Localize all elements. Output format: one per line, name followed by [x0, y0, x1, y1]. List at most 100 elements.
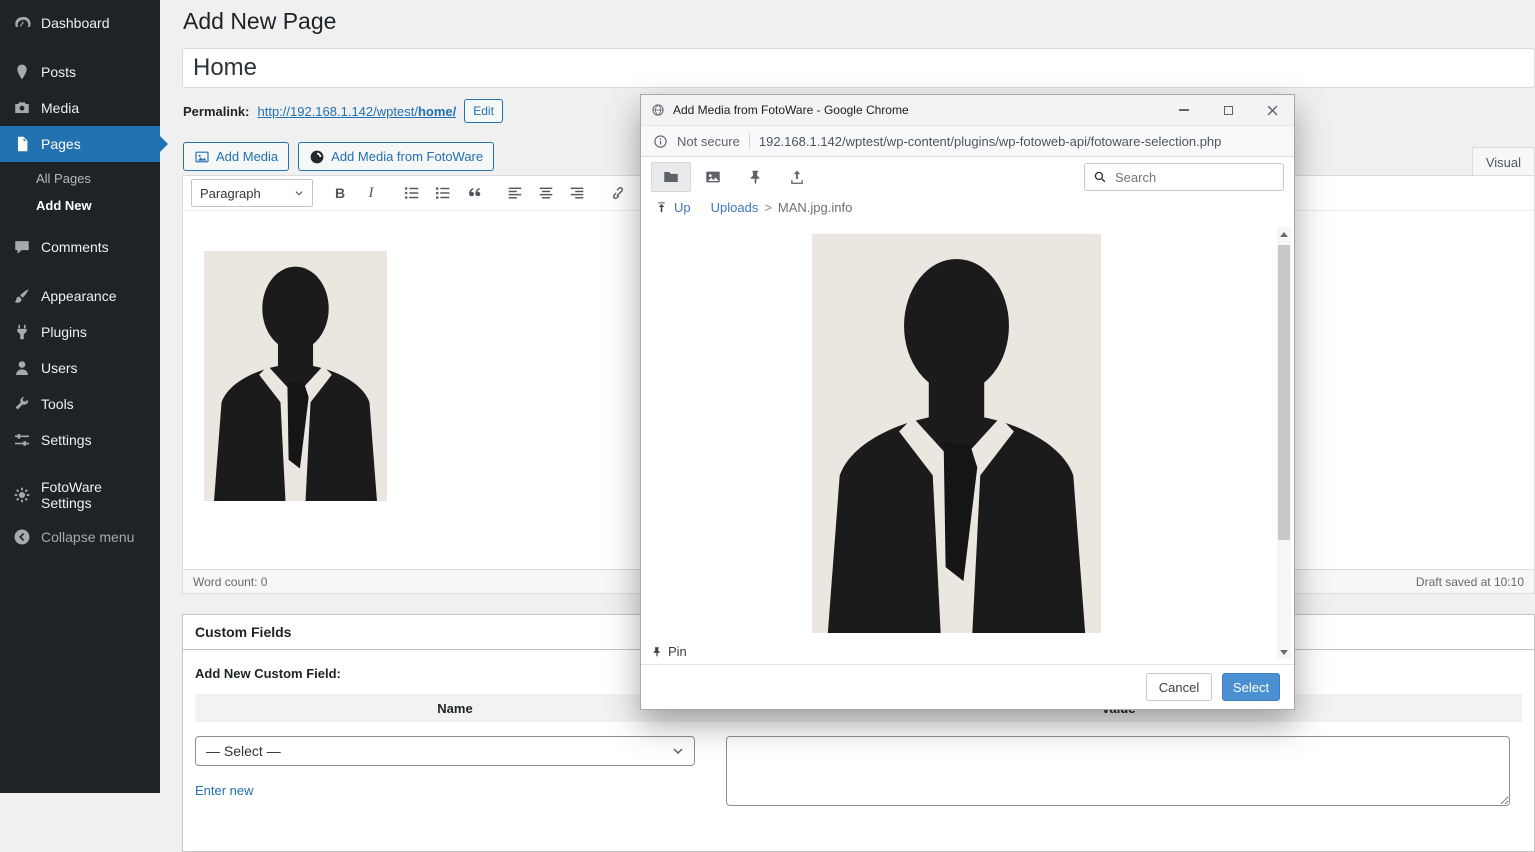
sidebar-item-dashboard[interactable]: Dashboard: [0, 5, 160, 41]
sidebar-item-fotoware-settings[interactable]: FotoWare Settings: [0, 471, 160, 519]
sidebar-item-appearance[interactable]: Appearance: [0, 278, 160, 314]
fotoware-logo-icon: [309, 149, 325, 165]
numbered-list-button[interactable]: [429, 180, 457, 206]
folder-icon: [662, 168, 680, 186]
sidebar-item-media[interactable]: Media: [0, 90, 160, 126]
add-media-icon: [194, 149, 210, 165]
sliders-icon: [12, 430, 32, 450]
inserted-man-silhouette-image[interactable]: [204, 251, 387, 501]
maximize-icon[interactable]: [1206, 95, 1250, 125]
upload-tab[interactable]: [777, 162, 817, 192]
blockquote-button[interactable]: [460, 180, 488, 206]
sidebar-item-settings[interactable]: Settings: [0, 422, 160, 458]
popup-url[interactable]: 192.168.1.142/wptest/wp-content/plugins/…: [759, 134, 1222, 149]
custom-field-select-value: — Select —: [206, 743, 281, 759]
sidebar-item-collapse-menu[interactable]: Collapse menu: [0, 519, 160, 555]
sidebar-separator: [0, 458, 160, 471]
plug-icon: [12, 322, 32, 342]
align-right-button[interactable]: [563, 180, 591, 206]
wp-admin-sidebar: Dashboard Posts Media Pages All Pages Ad…: [0, 0, 160, 793]
search-input[interactable]: [1113, 169, 1275, 186]
draft-saved-status: Draft saved at 10:10: [1416, 575, 1524, 589]
align-left-button[interactable]: [501, 180, 529, 206]
enter-new-link[interactable]: Enter new: [195, 783, 254, 798]
tab-visual[interactable]: Visual: [1472, 147, 1535, 177]
scroll-down-icon[interactable]: [1277, 645, 1291, 659]
minimize-icon[interactable]: [1162, 95, 1206, 125]
sidebar-item-label: Tools: [41, 396, 74, 412]
paragraph-select-value: Paragraph: [200, 186, 261, 201]
edit-permalink-button[interactable]: Edit: [464, 99, 503, 123]
word-count: Word count: 0: [193, 575, 267, 589]
search-icon: [1093, 170, 1107, 184]
sidebar-item-label: Settings: [41, 432, 92, 448]
sidebar-item-label: Dashboard: [41, 15, 110, 31]
bullet-list-button[interactable]: [398, 180, 426, 206]
image-icon: [704, 168, 722, 186]
post-title-input[interactable]: [182, 48, 1535, 88]
scroll-up-icon[interactable]: [1277, 227, 1291, 241]
pin-label: Pin: [668, 644, 687, 659]
sidebar-separator: [0, 41, 160, 54]
breadcrumb-file-label: MAN.jpg.info: [778, 200, 852, 215]
page-title: Add New Page: [183, 8, 336, 35]
align-right-icon: [568, 184, 586, 202]
link-button[interactable]: [604, 180, 632, 206]
breadcrumb-folder-link[interactable]: Uploads: [711, 200, 759, 215]
popup-address-bar[interactable]: Not secure 192.168.1.142/wptest/wp-conte…: [641, 125, 1294, 157]
pin-icon: [12, 62, 32, 82]
sidebar-item-tools[interactable]: Tools: [0, 386, 160, 422]
name-cell: — Select — Enter new: [195, 736, 715, 811]
custom-field-name-select[interactable]: — Select —: [195, 736, 695, 766]
permalink-url-base: http://192.168.1.142/wptest/: [257, 104, 417, 119]
sidebar-item-users[interactable]: Users: [0, 350, 160, 386]
scrollbar[interactable]: [1277, 227, 1291, 659]
permalink-link[interactable]: http://192.168.1.142/wptest/home/: [257, 104, 456, 119]
scrollbar-thumb[interactable]: [1278, 245, 1290, 540]
close-icon[interactable]: [1250, 95, 1294, 125]
chevron-down-icon: [670, 743, 686, 759]
sidebar-item-pages[interactable]: Pages: [0, 126, 160, 162]
popup-title-bar[interactable]: Add Media from FotoWare - Google Chrome: [641, 95, 1294, 125]
submenu-item-add-new[interactable]: Add New: [0, 192, 160, 219]
globe-icon: [651, 103, 665, 117]
sidebar-item-comments[interactable]: Comments: [0, 229, 160, 265]
select-button[interactable]: Select: [1222, 673, 1280, 701]
pushpin-icon: [747, 169, 764, 186]
bold-button[interactable]: B: [326, 180, 354, 206]
pin-view-tab[interactable]: [735, 162, 775, 192]
name-column-header: Name: [195, 701, 715, 716]
sidebar-item-plugins[interactable]: Plugins: [0, 314, 160, 350]
sidebar-item-label: Collapse menu: [41, 529, 134, 545]
image-view-tab[interactable]: [693, 162, 733, 192]
gear-icon: [12, 485, 32, 505]
submenu-item-all-pages[interactable]: All Pages: [0, 165, 160, 192]
pin-toggle[interactable]: Pin: [651, 644, 687, 659]
popup-toolbar: [641, 157, 1294, 196]
breadcrumb-separator: >: [764, 200, 772, 215]
pin-icon: [651, 646, 663, 658]
add-media-button[interactable]: Add Media: [183, 142, 289, 171]
search-box[interactable]: [1084, 163, 1284, 191]
user-icon: [12, 358, 32, 378]
sidebar-item-posts[interactable]: Posts: [0, 54, 160, 90]
custom-field-value-textarea[interactable]: [726, 736, 1510, 806]
not-secure-label[interactable]: Not secure: [677, 134, 740, 149]
dashboard-icon: [12, 13, 32, 33]
add-media-label: Add Media: [216, 149, 278, 164]
bullet-list-icon: [403, 184, 421, 202]
align-center-button[interactable]: [532, 180, 560, 206]
popup-preview-area: Pin: [641, 222, 1294, 664]
add-media-fotoware-button[interactable]: Add Media from FotoWare: [298, 142, 494, 171]
man-silhouette-preview-image[interactable]: [812, 234, 1101, 633]
permalink-row: Permalink: http://192.168.1.142/wptest/h…: [183, 99, 503, 123]
popup-window-title: Add Media from FotoWare - Google Chrome: [673, 103, 909, 117]
cancel-button[interactable]: Cancel: [1146, 673, 1212, 701]
custom-fields-row: — Select — Enter new: [195, 722, 1522, 811]
italic-button[interactable]: I: [357, 180, 385, 206]
folder-view-tab[interactable]: [651, 162, 691, 192]
up-link[interactable]: Up: [674, 200, 691, 215]
align-left-icon: [506, 184, 524, 202]
value-cell: [715, 736, 1522, 811]
paragraph-select[interactable]: Paragraph: [191, 179, 313, 207]
